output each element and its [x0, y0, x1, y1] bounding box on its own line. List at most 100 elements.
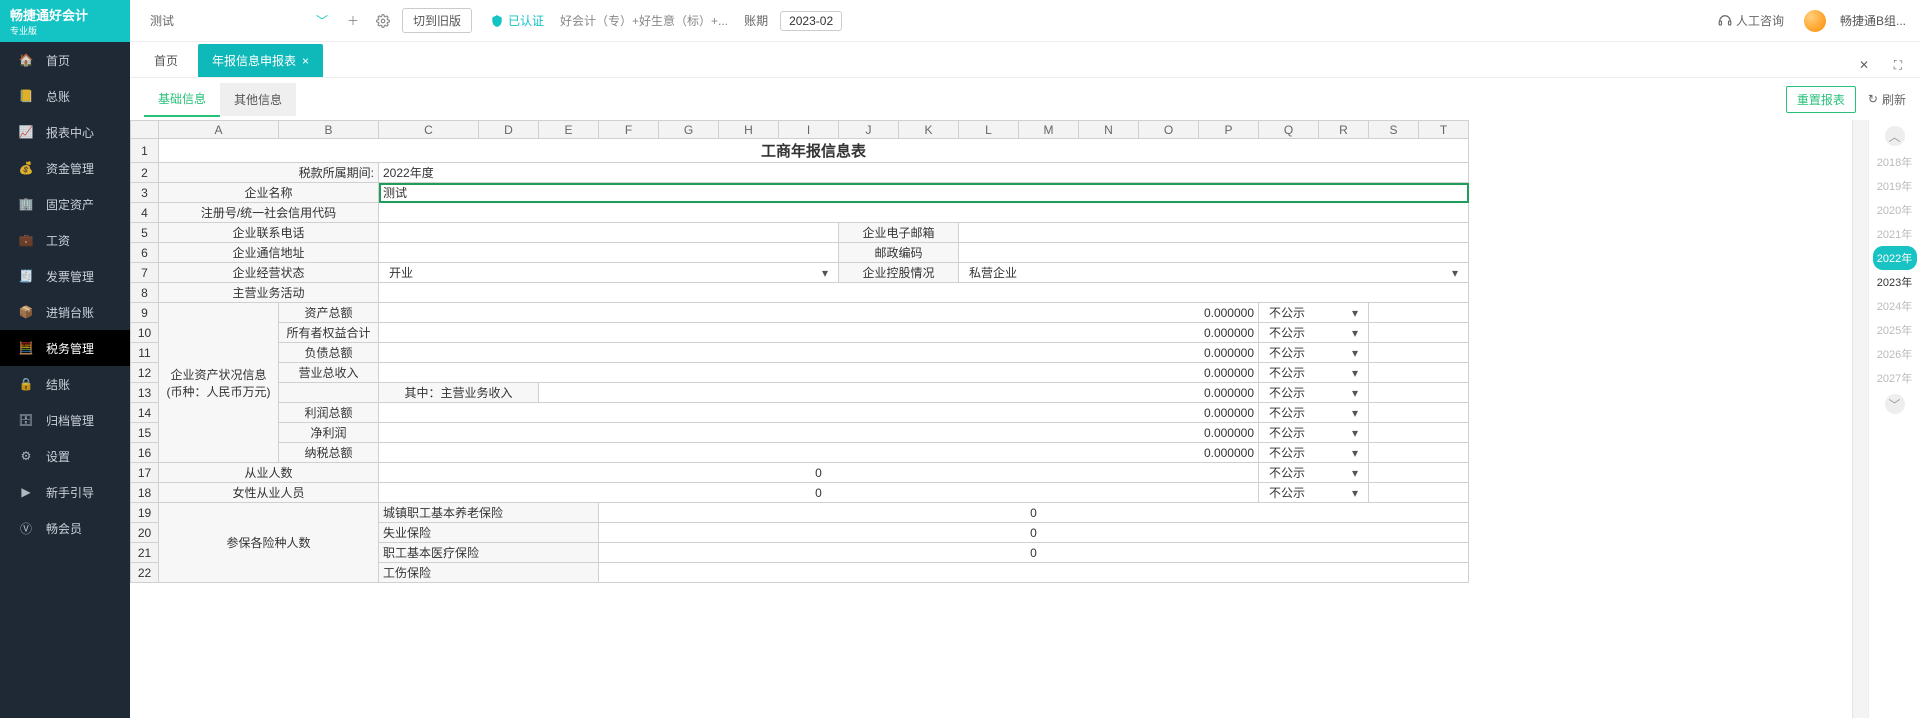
row-18[interactable]: 18: [131, 483, 159, 503]
year-2020年[interactable]: 2020年: [1873, 198, 1917, 222]
close-all-tabs-button[interactable]: ✕: [1852, 53, 1876, 77]
sidebar-item-ledger[interactable]: 📒总账: [0, 78, 130, 114]
user-avatar[interactable]: [1804, 10, 1826, 32]
sidebar-item-home[interactable]: 🏠首页: [0, 42, 130, 78]
row-3[interactable]: 3: [131, 183, 159, 203]
col-G[interactable]: G: [659, 121, 719, 139]
select-cell[interactable]: 开业▾: [383, 264, 834, 281]
row-10[interactable]: 10: [131, 323, 159, 343]
sidebar-item-guide[interactable]: ▶新手引导: [0, 474, 130, 510]
sidebar-item-tax[interactable]: 🧮税务管理: [0, 330, 130, 366]
select-cell[interactable]: 不公示▾: [1263, 484, 1364, 501]
row-21[interactable]: 21: [131, 543, 159, 563]
col-K[interactable]: K: [899, 121, 959, 139]
fullscreen-button[interactable]: ⛶: [1886, 53, 1910, 77]
close-tab-icon[interactable]: ×: [302, 54, 309, 68]
sidebar-item-gear[interactable]: ⚙设置: [0, 438, 130, 474]
select-cell[interactable]: 不公示▾: [1263, 344, 1364, 361]
sidebar-item-chart[interactable]: 📈报表中心: [0, 114, 130, 150]
year-2021年[interactable]: 2021年: [1873, 222, 1917, 246]
switch-old-version-button[interactable]: 切到旧版: [402, 8, 472, 33]
tab-home[interactable]: 首页: [140, 44, 192, 77]
reset-report-button[interactable]: 重置报表: [1786, 86, 1856, 113]
subtab-other[interactable]: 其他信息: [220, 83, 296, 116]
row-14[interactable]: 14: [131, 403, 159, 423]
select-cell[interactable]: 不公示▾: [1263, 404, 1364, 421]
col-F[interactable]: F: [599, 121, 659, 139]
row-20[interactable]: 20: [131, 523, 159, 543]
year-2022年[interactable]: 2022年: [1873, 246, 1917, 270]
org-selector[interactable]: 测试 ﹀: [144, 8, 334, 34]
year-2025年[interactable]: 2025年: [1873, 318, 1917, 342]
year-2026年[interactable]: 2026年: [1873, 342, 1917, 366]
period-picker[interactable]: 2023-02: [780, 11, 842, 31]
col-H[interactable]: H: [719, 121, 779, 139]
year-next-button[interactable]: ﹀: [1885, 394, 1905, 414]
select-cell[interactable]: 不公示▾: [1263, 464, 1364, 481]
col-S[interactable]: S: [1369, 121, 1419, 139]
col-C[interactable]: C: [379, 121, 479, 139]
col-T[interactable]: T: [1419, 121, 1469, 139]
col-I[interactable]: I: [779, 121, 839, 139]
vertical-scrollbar[interactable]: [1852, 120, 1868, 718]
row-22[interactable]: 22: [131, 563, 159, 583]
row-2[interactable]: 2: [131, 163, 159, 183]
row-12[interactable]: 12: [131, 363, 159, 383]
col-row[interactable]: [131, 121, 159, 139]
row-16[interactable]: 16: [131, 443, 159, 463]
select-cell[interactable]: 不公示▾: [1263, 424, 1364, 441]
add-org-button[interactable]: ＋: [342, 10, 364, 32]
sidebar-item-close[interactable]: 🔒结账: [0, 366, 130, 402]
year-2024年[interactable]: 2024年: [1873, 294, 1917, 318]
tab-annual-report[interactable]: 年报信息申报表 ×: [198, 44, 323, 77]
org-settings-button[interactable]: [372, 10, 394, 32]
row-7[interactable]: 7: [131, 263, 159, 283]
spreadsheet[interactable]: ABCDEFGHIJKLMNOPQRST1工商年报信息表2税款所属期间:2022…: [130, 120, 1852, 718]
year-2019年[interactable]: 2019年: [1873, 174, 1917, 198]
refresh-button[interactable]: ↻ 刷新: [1868, 91, 1906, 108]
sidebar-item-vip[interactable]: Ⓥ畅会员: [0, 510, 130, 546]
year-2018年[interactable]: 2018年: [1873, 150, 1917, 174]
row-8[interactable]: 8: [131, 283, 159, 303]
row-1[interactable]: 1: [131, 139, 159, 163]
row-13[interactable]: 13: [131, 383, 159, 403]
sidebar-item-asset[interactable]: 🏢固定资产: [0, 186, 130, 222]
sidebar-item-salary[interactable]: 💼工资: [0, 222, 130, 258]
col-R[interactable]: R: [1319, 121, 1369, 139]
row-17[interactable]: 17: [131, 463, 159, 483]
row-11[interactable]: 11: [131, 343, 159, 363]
col-D[interactable]: D: [479, 121, 539, 139]
row-6[interactable]: 6: [131, 243, 159, 263]
col-B[interactable]: B: [279, 121, 379, 139]
sidebar-item-money[interactable]: 💰资金管理: [0, 150, 130, 186]
col-M[interactable]: M: [1019, 121, 1079, 139]
year-2027年[interactable]: 2027年: [1873, 366, 1917, 390]
customer-service-button[interactable]: 人工咨询: [1718, 12, 1784, 29]
select-cell[interactable]: 不公示▾: [1263, 444, 1364, 461]
row-15[interactable]: 15: [131, 423, 159, 443]
row-5[interactable]: 5: [131, 223, 159, 243]
select-cell[interactable]: 不公示▾: [1263, 364, 1364, 381]
row-19[interactable]: 19: [131, 503, 159, 523]
col-E[interactable]: E: [539, 121, 599, 139]
col-A[interactable]: A: [159, 121, 279, 139]
row-9[interactable]: 9: [131, 303, 159, 323]
sidebar-item-invoice[interactable]: 🧾发票管理: [0, 258, 130, 294]
year-prev-button[interactable]: ︿: [1885, 126, 1905, 146]
sidebar-item-stock[interactable]: 📦进销台账: [0, 294, 130, 330]
company-name-input[interactable]: 测试: [379, 183, 1469, 203]
select-cell[interactable]: 私营企业▾: [963, 264, 1464, 281]
select-cell[interactable]: 不公示▾: [1263, 384, 1364, 401]
col-P[interactable]: P: [1199, 121, 1259, 139]
row-4[interactable]: 4: [131, 203, 159, 223]
col-N[interactable]: N: [1079, 121, 1139, 139]
select-cell[interactable]: 不公示▾: [1263, 304, 1364, 321]
col-O[interactable]: O: [1139, 121, 1199, 139]
year-2023年[interactable]: 2023年: [1873, 270, 1917, 294]
col-J[interactable]: J: [839, 121, 899, 139]
col-L[interactable]: L: [959, 121, 1019, 139]
select-cell[interactable]: 不公示▾: [1263, 324, 1364, 341]
sidebar-item-archive[interactable]: 🗄归档管理: [0, 402, 130, 438]
subtab-basic[interactable]: 基础信息: [144, 82, 220, 117]
col-Q[interactable]: Q: [1259, 121, 1319, 139]
